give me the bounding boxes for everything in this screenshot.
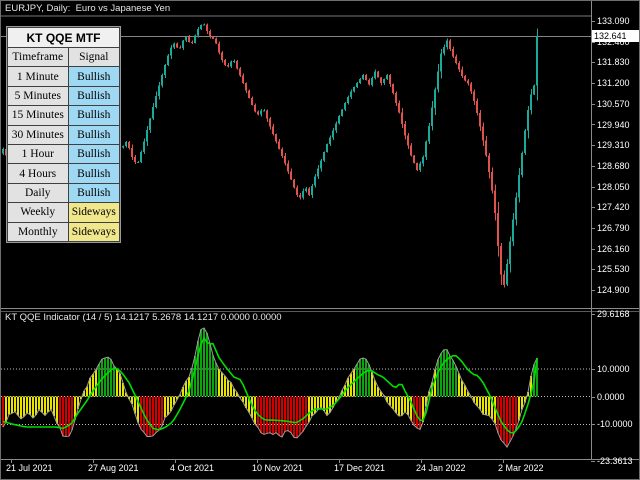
time-axis-label: 4 Oct 2021: [170, 463, 215, 473]
price-axis-label: 125.530: [597, 264, 630, 275]
mtf-signal-cell: Bullish: [67, 85, 121, 107]
mtf-signal-cell: Sideways: [67, 221, 121, 242]
mtf-panel-title: KT QQE MTF: [7, 27, 120, 48]
mtf-row: Weekly Sideways: [7, 202, 121, 223]
mtf-signal-cell: Bullish: [67, 105, 121, 126]
mtf-row: 30 Minutes Bullish: [7, 124, 121, 145]
mtf-signal-cell: Bullish: [67, 66, 121, 87]
price-axis-label: 128.680: [597, 160, 630, 171]
price-axis-label: 126.790: [597, 223, 630, 233]
price-axis-label: 129.310: [597, 140, 630, 151]
indicator-axis-label: 29.6168: [597, 309, 630, 320]
mtf-timeframe-cell: Weekly: [7, 202, 69, 223]
time-axis-label: 2 Mar 2022: [498, 463, 544, 473]
mtf-column-header: Signal: [67, 46, 121, 68]
mtf-signal-cell: Bullish: [67, 124, 121, 145]
price-axis-label: 133.090: [597, 16, 630, 26]
time-axis-label: 10 Nov 2021: [252, 463, 304, 473]
mtf-signal-cell: Sideways: [67, 202, 121, 223]
mtf-signal-cell: Bullish: [67, 182, 121, 204]
time-axis-label: 17 Dec 2021: [334, 463, 386, 473]
mtf-title-row: KT QQE MTF: [7, 27, 120, 48]
indicator-axis-label: 0.0000: [597, 391, 625, 402]
mtf-row: 1 Minute Bullish: [7, 66, 121, 87]
qqe-histogram: [2, 328, 538, 448]
price-axis-label: 128.050: [597, 181, 630, 192]
price-axis-label: 127.420: [597, 202, 630, 213]
indicator-title: KT QQE Indicator (14 / 5) 14.1217 5.2678…: [5, 312, 282, 323]
time-axis-label: 27 Aug 2021: [88, 463, 139, 473]
time-axis-label: 24 Jan 2022: [416, 463, 466, 473]
indicator-axis-label: -10.0000: [597, 419, 633, 430]
current-price-tag: 132.641: [592, 30, 639, 42]
indicator-axis-label: 10.0000: [597, 363, 630, 374]
mtf-timeframe-cell: 1 Hour: [7, 143, 69, 165]
mtf-timeframe-cell: 1 Minute: [7, 66, 69, 87]
mt5-chart-window: EURJPY, Daily: Euro vs Japanese Yen KT Q…: [0, 0, 640, 480]
mtf-timeframe-cell: 30 Minutes: [7, 124, 69, 145]
mtf-timeframe-cell: Monthly: [7, 221, 69, 242]
mtf-signal-cell: Bullish: [67, 143, 121, 165]
mtf-row: Daily Bullish: [7, 182, 121, 204]
indicator-axis-label: -23.3613: [597, 456, 633, 467]
price-axis-label: 129.940: [597, 119, 630, 130]
mtf-row: 4 Hours Bullish: [7, 163, 121, 184]
mtf-row: 1 Hour Bullish: [7, 143, 121, 165]
kt-qqe-mtf-panel: KT QQE MTF Timeframe Signal 1 Minute Bulli…: [6, 26, 121, 243]
mtf-timeframe-cell: Daily: [7, 182, 69, 204]
mtf-row: 5 Minutes Bullish: [7, 85, 121, 107]
price-axis-label: 126.160: [597, 243, 630, 254]
mtf-row: Monthly Sideways: [7, 221, 121, 242]
price-axis-label: 130.570: [597, 98, 630, 109]
time-axis-label: 21 Jul 2021: [6, 463, 53, 473]
price-axis-label: 131.830: [597, 57, 630, 68]
price-axis-label: 124.900: [597, 285, 630, 296]
mtf-header-row: Timeframe Signal: [7, 46, 121, 68]
chart-title: EURJPY, Daily: Euro vs Japanese Yen: [5, 3, 171, 14]
mtf-timeframe-cell: 5 Minutes: [7, 85, 69, 107]
mtf-timeframe-cell: 4 Hours: [7, 163, 69, 184]
price-axis-label: 131.200: [597, 78, 630, 89]
mtf-row: 15 Minutes Bullish: [7, 105, 121, 126]
mtf-signal-cell: Bullish: [67, 163, 121, 184]
mtf-timeframe-cell: 15 Minutes: [7, 105, 69, 126]
mtf-column-header: Timeframe: [7, 46, 69, 68]
